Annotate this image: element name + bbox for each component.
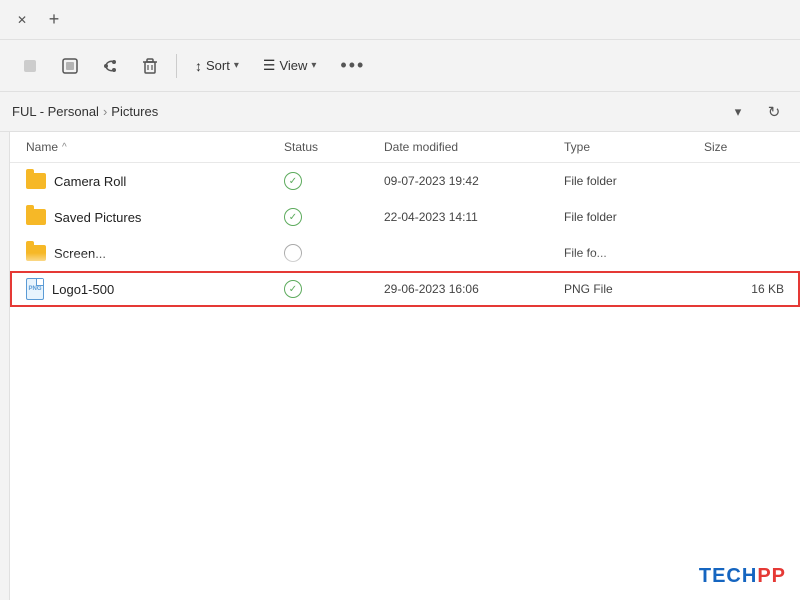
- col-date-label: Date modified: [384, 140, 458, 154]
- status-check-icon: ✓: [284, 208, 302, 226]
- size-cell-logo1-500: 16 KB: [704, 282, 784, 296]
- folder-icon: [26, 245, 46, 261]
- toolbar-share[interactable]: [92, 48, 128, 84]
- sort-button[interactable]: ↕ Sort ▾: [185, 48, 249, 84]
- main-layout: Name ^ Status Date modified Type Size Ca…: [0, 132, 800, 600]
- column-headers: Name ^ Status Date modified Type Size: [10, 132, 800, 163]
- file-row-camera-roll[interactable]: Camera Roll ✓ 09-07-2023 19:42File folder: [10, 163, 800, 199]
- status-cell-screenshots: [284, 244, 384, 262]
- date-cell-camera-roll: 09-07-2023 19:42: [384, 174, 564, 188]
- more-icon: •••: [340, 55, 365, 76]
- file-rows-container: Camera Roll✓09-07-2023 19:42File folderS…: [10, 163, 800, 307]
- new-tab-button[interactable]: +: [40, 6, 68, 34]
- view-label: View: [279, 58, 307, 73]
- type-cell-logo1-500: PNG File: [564, 282, 704, 296]
- file-name-cell-logo1-500: PNG Logo1-500: [26, 278, 284, 300]
- address-refresh-button[interactable]: ↻: [760, 98, 788, 126]
- toolbar: ↕ Sort ▾ ☰ View ▾ •••: [0, 40, 800, 92]
- status-circle-icon: [284, 244, 302, 262]
- type-cell-camera-roll: File folder: [564, 174, 704, 188]
- file-list: Name ^ Status Date modified Type Size Ca…: [10, 132, 800, 600]
- file-name-text-logo1-500: Logo1-500: [52, 282, 114, 297]
- col-header-name[interactable]: Name ^: [26, 140, 284, 154]
- sort-label: Sort: [206, 58, 230, 73]
- status-check-icon: ✓: [284, 172, 302, 190]
- view-button[interactable]: ☰ View ▾: [253, 48, 327, 84]
- toolbar-nav-pin[interactable]: [52, 48, 88, 84]
- watermark-part1: TECH: [699, 565, 757, 587]
- file-row-screenshots[interactable]: Screen... File fo...: [10, 235, 800, 271]
- status-cell-camera-roll: ✓: [284, 172, 384, 190]
- status-check-icon: ✓: [284, 280, 302, 298]
- watermark: TECHPP: [699, 565, 786, 588]
- col-header-size[interactable]: Size: [704, 140, 784, 154]
- date-cell-logo1-500: 29-06-2023 16:06: [384, 282, 564, 296]
- breadcrumb: FUL - Personal › Pictures: [12, 104, 716, 119]
- col-size-label: Size: [704, 140, 727, 154]
- watermark-part2: PP: [757, 565, 786, 587]
- status-cell-saved-pictures: ✓: [284, 208, 384, 226]
- breadcrumb-separator: ›: [103, 104, 107, 119]
- col-status-label: Status: [284, 140, 318, 154]
- address-bar: FUL - Personal › Pictures ▾ ↻: [0, 92, 800, 132]
- col-header-type[interactable]: Type: [564, 140, 704, 154]
- toolbar-nav-back[interactable]: [12, 48, 48, 84]
- file-name-text-saved-pictures: Saved Pictures: [54, 210, 141, 225]
- address-chevron-button[interactable]: ▾: [724, 98, 752, 126]
- file-name-cell-screenshots: Screen...: [26, 245, 284, 261]
- col-name-label: Name: [26, 140, 58, 154]
- sort-icon: ↕: [195, 58, 202, 74]
- date-cell-saved-pictures: 22-04-2023 14:11: [384, 210, 564, 224]
- file-name-cell-saved-pictures: Saved Pictures: [26, 209, 284, 225]
- view-icon: ☰: [263, 57, 276, 74]
- col-sort-arrow: ^: [62, 142, 67, 153]
- address-bar-actions: ▾ ↻: [724, 98, 788, 126]
- type-cell-saved-pictures: File folder: [564, 210, 704, 224]
- col-header-status[interactable]: Status: [284, 140, 384, 154]
- status-cell-logo1-500: ✓: [284, 280, 384, 298]
- breadcrumb-part1[interactable]: FUL - Personal: [12, 104, 99, 119]
- title-bar: ✕ +: [0, 0, 800, 40]
- png-file-icon: PNG: [26, 278, 44, 300]
- toolbar-separator-1: [176, 54, 177, 78]
- sidebar: [0, 132, 10, 600]
- breadcrumb-part2[interactable]: Pictures: [111, 104, 158, 119]
- col-header-date[interactable]: Date modified: [384, 140, 564, 154]
- file-name-text-screenshots: Screen...: [54, 246, 106, 261]
- tab-close-button[interactable]: ✕: [8, 6, 36, 34]
- toolbar-delete[interactable]: [132, 48, 168, 84]
- col-type-label: Type: [564, 140, 590, 154]
- file-name-text-camera-roll: Camera Roll: [54, 174, 126, 189]
- view-chevron: ▾: [311, 60, 316, 71]
- folder-icon: [26, 209, 46, 225]
- folder-icon: [26, 173, 46, 189]
- file-row-saved-pictures[interactable]: Saved Pictures ✓ 22-04-2023 14:11File fold…: [10, 199, 800, 235]
- more-button[interactable]: •••: [330, 48, 375, 84]
- type-cell-screenshots: File fo...: [564, 246, 704, 260]
- file-row-logo1-500[interactable]: PNG Logo1-500 ✓ 29-06-2023 16:06PNG File16 …: [10, 271, 800, 307]
- sort-chevron: ▾: [234, 60, 239, 71]
- file-name-cell-camera-roll: Camera Roll: [26, 173, 284, 189]
